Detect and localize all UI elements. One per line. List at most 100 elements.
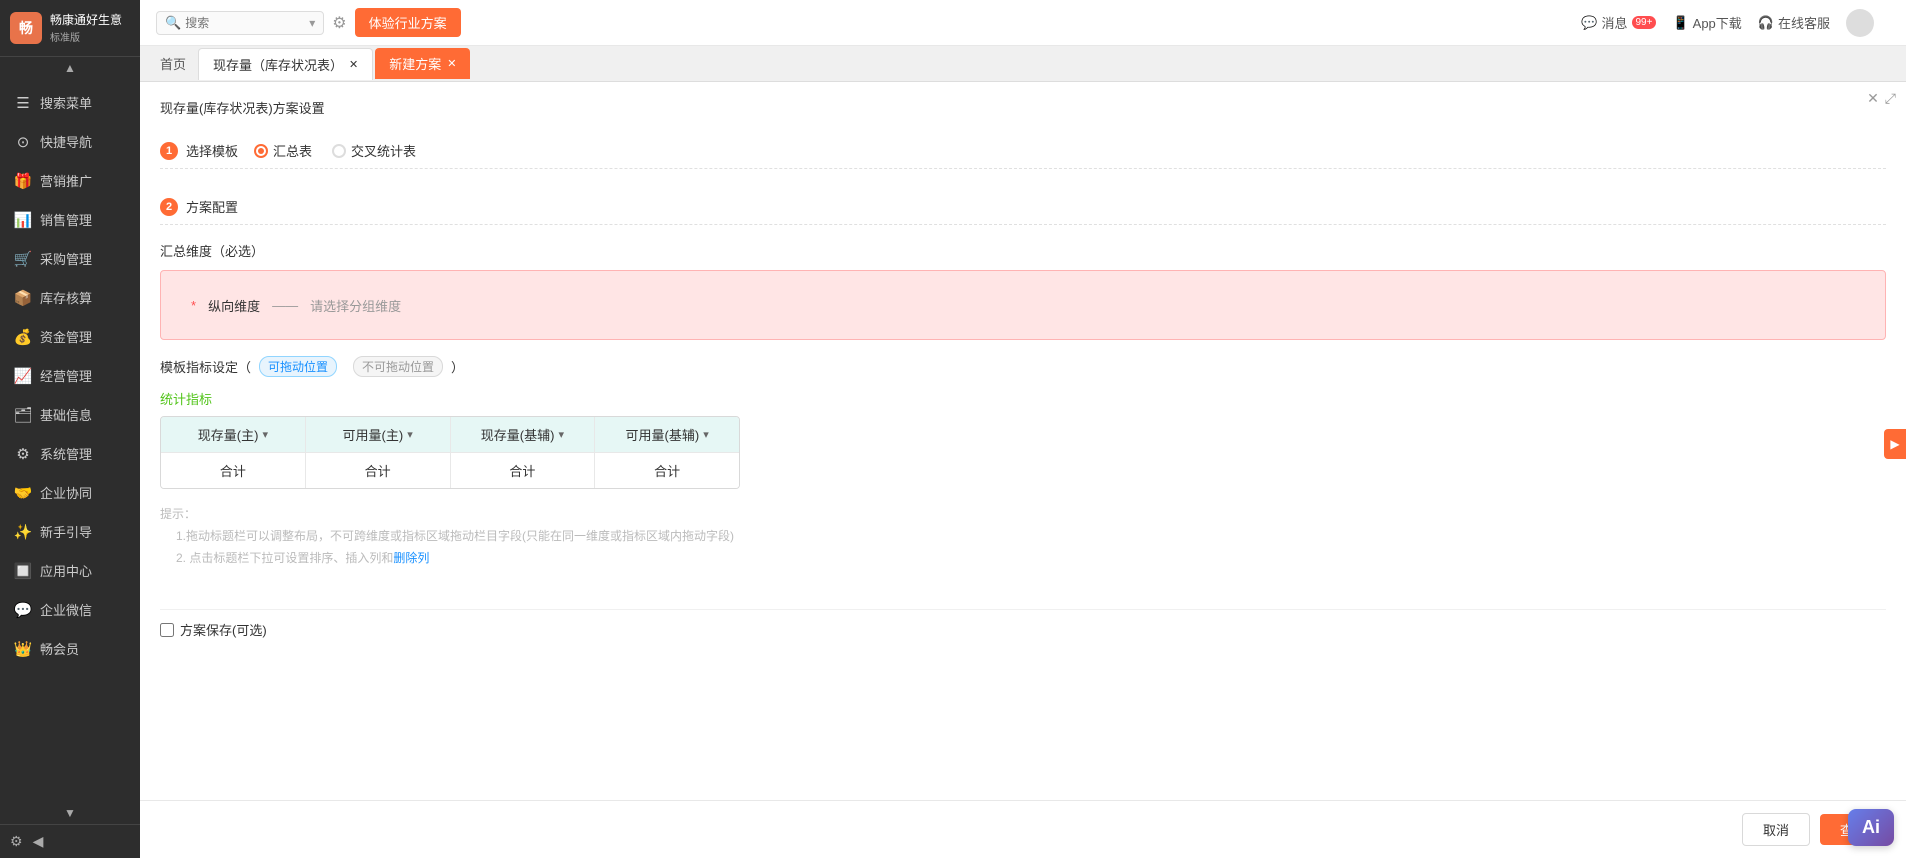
sidebar-item-marketing[interactable]: 🎁 营销推广 — [0, 161, 140, 200]
app-download-btn[interactable]: 📱 App下载 — [1672, 13, 1741, 32]
sidebar-item-newbie-guide[interactable]: ✨ 新手引导 — [0, 512, 140, 551]
app-logo-icon: 畅 — [10, 12, 42, 44]
stats-col-chevron-0: ▾ — [262, 428, 268, 441]
step2-badge: 2 — [160, 198, 178, 216]
indicator-settings: 模板指标设定（ 可拖动位置 不可拖动位置 ） — [160, 356, 1886, 377]
stats-header-cell-3[interactable]: 可用量(基辅)▾ — [595, 417, 739, 452]
online-service-btn[interactable]: 🎧 在线客服 — [1758, 13, 1830, 32]
dimension-content: * 纵向维度 —— 请选择分组维度 — [191, 296, 401, 315]
save-checkbox[interactable] — [160, 623, 174, 637]
sidebar-label-finance: 资金管理 — [40, 327, 92, 346]
tips-area: 提示： 1.拖动标题栏可以调整布局，不可跨维度或指标区域拖动栏目字段(只能在同一… — [160, 505, 1886, 569]
stats-col-label-0: 现存量(主) — [198, 425, 259, 444]
sidebar-label-newbie-guide: 新手引导 — [40, 522, 92, 541]
sidebar-item-inventory[interactable]: 📦 库存核算 — [0, 278, 140, 317]
radio-summary-table[interactable]: 汇总表 — [254, 141, 312, 160]
sidebar-footer: ⚙ ◀ — [0, 824, 140, 858]
sidebar-label-base-info: 基础信息 — [40, 405, 92, 424]
app-edition: 标准版 — [50, 29, 122, 44]
sidebar-item-quick-nav[interactable]: ⊙ 快捷导航 — [0, 122, 140, 161]
content-header-icons: ✕ ⤢ — [1867, 90, 1896, 107]
section-step1: 1 选择模板 汇总表 交叉统计表 — [160, 133, 1886, 169]
stats-data-row: 合计合计合计合计 — [161, 452, 739, 488]
dimension-dash: —— — [272, 298, 298, 313]
service-label: 在线客服 — [1778, 13, 1830, 32]
footer-bar: 取消 查询 — [140, 800, 1906, 858]
stats-col-summary-0: 合计 — [220, 461, 246, 480]
tab-inventory-close-icon[interactable]: ✕ — [349, 58, 358, 71]
sidebar-item-sales[interactable]: 📊 销售管理 — [0, 200, 140, 239]
sidebar-collapse-icon[interactable]: ◀ — [33, 833, 44, 850]
message-btn[interactable]: 💬 消息 99+ — [1581, 13, 1656, 32]
radio-summary-label: 汇总表 — [273, 141, 312, 160]
step2-header: 2 方案配置 — [160, 189, 1886, 225]
right-panel-btn[interactable]: ▶ — [1884, 429, 1906, 459]
app-name: 畅康通好生意 — [50, 12, 122, 29]
sidebar-item-system[interactable]: ⚙ 系统管理 — [0, 434, 140, 473]
radio-summary-circle — [254, 144, 268, 158]
tab-home[interactable]: 首页 — [150, 48, 196, 79]
sidebar-item-enterprise-wechat[interactable]: 💬 企业微信 — [0, 590, 140, 629]
sidebar-item-app-center[interactable]: 🔲 应用中心 — [0, 551, 140, 590]
stats-table: 现存量(主)▾可用量(主)▾现存量(基辅)▾可用量(基辅)▾ 合计合计合计合计 — [160, 416, 740, 489]
sidebar-item-finance[interactable]: 💰 资金管理 — [0, 317, 140, 356]
stats-header-cell-0[interactable]: 现存量(主)▾ — [161, 417, 306, 452]
save-option: 方案保存(可选) — [160, 609, 1886, 649]
sidebar-settings-icon[interactable]: ⚙ — [10, 833, 23, 850]
radio-cross-circle — [332, 144, 346, 158]
tips-title: 提示： — [160, 505, 1886, 522]
sidebar-item-enterprise-collab[interactable]: 🤝 企业协同 — [0, 473, 140, 512]
template-options: 汇总表 交叉统计表 — [246, 141, 416, 160]
sidebar-scroll-down[interactable]: ▼ — [0, 802, 140, 824]
section-step2: 2 方案配置 汇总维度（必选） * 纵向维度 —— 请选择分组维度 — [160, 189, 1886, 589]
sidebar-item-operations[interactable]: 📈 经营管理 — [0, 356, 140, 395]
tab-new-plan[interactable]: 新建方案 ✕ — [375, 48, 470, 79]
page-title: 现存量(库存状况表)方案设置 — [160, 98, 1886, 117]
sidebar-item-vip-member[interactable]: 👑 畅会员 — [0, 629, 140, 668]
stats-col-chevron-3: ▾ — [703, 428, 709, 441]
experience-btn[interactable]: 体验行业方案 — [355, 8, 461, 37]
search-icon: 🔍 — [165, 15, 181, 31]
tips-item-1: 1.拖动标题栏可以调整布局，不可跨维度或指标区域拖动栏目字段(只能在同一维度或指… — [176, 526, 1886, 548]
tab-new-plan-close-icon[interactable]: ✕ — [447, 57, 456, 70]
ai-badge[interactable]: Ai — [1848, 809, 1894, 846]
stats-section: 统计指标 现存量(主)▾可用量(主)▾现存量(基辅)▾可用量(基辅)▾ 合计合计… — [160, 389, 1886, 489]
sidebar-label-enterprise-collab: 企业协同 — [40, 483, 92, 502]
stats-header-cell-1[interactable]: 可用量(主)▾ — [306, 417, 451, 452]
sidebar-label-enterprise-wechat: 企业微信 — [40, 600, 92, 619]
stats-header-row: 现存量(主)▾可用量(主)▾现存量(基辅)▾可用量(基辅)▾ — [161, 417, 739, 452]
app-download-icon: 📱 — [1672, 15, 1688, 31]
plan-config: 汇总维度（必选） * 纵向维度 —— 请选择分组维度 — [160, 237, 1886, 589]
app-download-label: App下载 — [1693, 13, 1742, 32]
sidebar-label-search-menu: 搜索菜单 — [40, 93, 92, 112]
cancel-button[interactable]: 取消 — [1742, 813, 1810, 846]
stats-header-cell-2[interactable]: 现存量(基辅)▾ — [451, 417, 596, 452]
stats-col-chevron-1: ▾ — [407, 428, 413, 441]
draggable-badge: 可拖动位置 — [259, 356, 337, 377]
step2-title: 方案配置 — [186, 197, 238, 216]
app-name-area: 畅康通好生意 标准版 — [50, 12, 122, 44]
search-input[interactable] — [185, 16, 305, 30]
sidebar-nav: ☰ 搜索菜单 ⊙ 快捷导航 🎁 营销推广 📊 销售管理 🛒 采购管理 📦 库存核… — [0, 79, 140, 802]
search-box[interactable]: 🔍 ▾ — [156, 11, 324, 35]
maximize-icon[interactable]: ⤢ — [1885, 90, 1896, 107]
message-icon: 💬 — [1581, 15, 1597, 31]
sidebar-item-search-menu[interactable]: ☰ 搜索菜单 — [0, 83, 140, 122]
sidebar-label-sales: 销售管理 — [40, 210, 92, 229]
close-icon[interactable]: ✕ — [1867, 90, 1879, 107]
stats-data-cell-3: 合计 — [595, 453, 739, 488]
radio-cross-label: 交叉统计表 — [351, 141, 416, 160]
content-area: 现存量(库存状况表)方案设置 1 选择模板 汇总表 — [140, 82, 1906, 800]
sidebar-item-purchase[interactable]: 🛒 采购管理 — [0, 239, 140, 278]
system-icon: ⚙ — [14, 445, 32, 463]
dimension-area[interactable]: * 纵向维度 —— 请选择分组维度 — [160, 270, 1886, 340]
sidebar-item-base-info[interactable]: 🗂 基础信息 — [0, 395, 140, 434]
vip-member-icon: 👑 — [14, 640, 32, 658]
topbar-gear-icon[interactable]: ⚙ — [332, 13, 346, 33]
tab-inventory-status[interactable]: 现存量（库存状况表） ✕ — [198, 48, 373, 80]
sidebar-scroll-up[interactable]: ▲ — [0, 57, 140, 79]
base-info-icon: 🗂 — [14, 406, 32, 424]
non-draggable-badge: 不可拖动位置 — [353, 356, 443, 377]
radio-cross-table[interactable]: 交叉统计表 — [332, 141, 416, 160]
tab-new-plan-label: 新建方案 — [389, 54, 441, 73]
